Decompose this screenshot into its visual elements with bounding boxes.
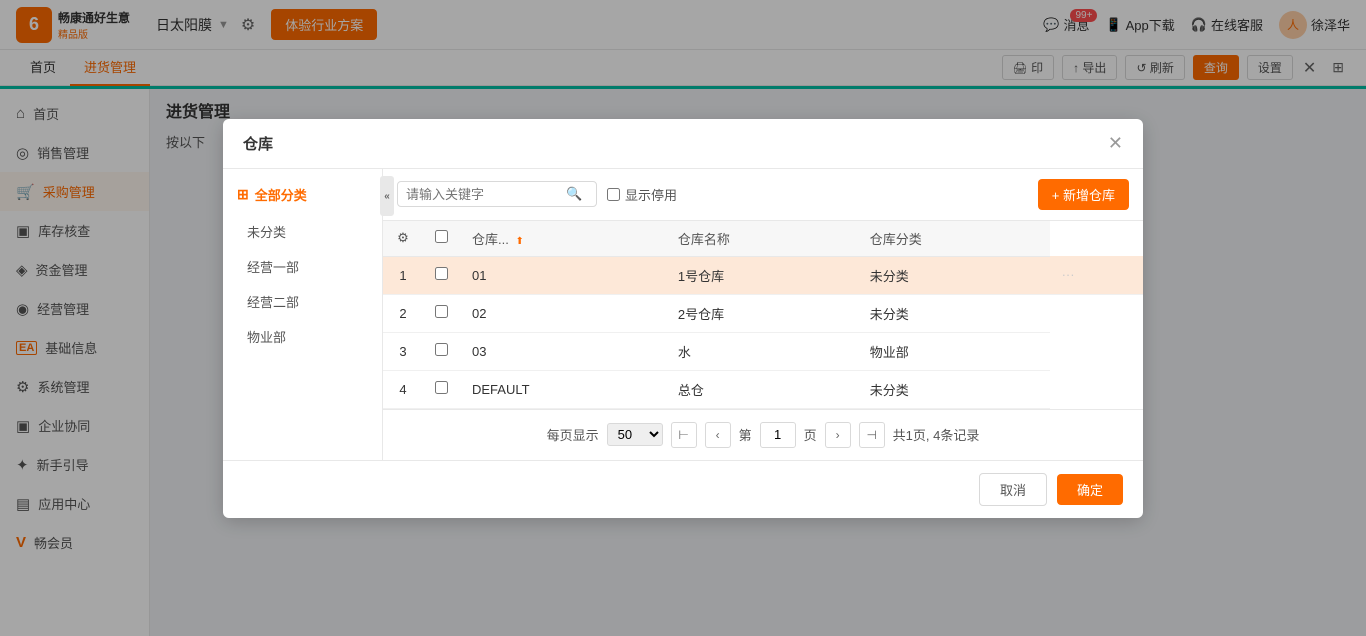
first-page-button[interactable]: ⊢ xyxy=(671,422,697,448)
category-unclassified[interactable]: 未分类 xyxy=(223,214,382,249)
row-category: 未分类 xyxy=(858,256,1050,294)
modal-category-sidebar: ⊞ 全部分类 « 未分类 经营一部 经营二部 物业部 xyxy=(223,169,383,460)
row-name: 1号仓库 xyxy=(666,256,858,294)
row-code: DEFAULT xyxy=(460,370,666,408)
warehouse-table: ⚙ 仓库... ⬆ 仓库名称 仓库分类 xyxy=(383,221,1143,409)
modal-main: 🔍 显示停用 + 新增仓库 ⚙ xyxy=(383,169,1143,460)
cancel-button[interactable]: 取消 xyxy=(979,473,1047,506)
modal-body: ⊞ 全部分类 « 未分类 经营一部 经营二部 物业部 🔍 xyxy=(223,169,1143,460)
page-suffix: 页 xyxy=(804,425,817,444)
row-num: 4 xyxy=(383,370,423,408)
category-operations-1[interactable]: 经营一部 xyxy=(223,249,382,284)
row-num: 2 xyxy=(383,294,423,332)
row-category: 未分类 xyxy=(858,370,1050,408)
show-disabled-checkbox[interactable] xyxy=(607,188,620,201)
warehouse-modal: 仓库 ✕ ⊞ 全部分类 « 未分类 经营一部 经营二部 物业部 xyxy=(223,119,1143,518)
row-code: 02 xyxy=(460,294,666,332)
row-checkbox[interactable] xyxy=(423,332,460,370)
row-num: 1 xyxy=(383,256,423,294)
modal-close-button[interactable]: ✕ xyxy=(1108,133,1123,154)
page-label: 第 xyxy=(739,425,752,444)
row-code: 03 xyxy=(460,332,666,370)
row-checkbox[interactable] xyxy=(423,294,460,332)
confirm-button[interactable]: 确定 xyxy=(1057,474,1123,505)
add-warehouse-button[interactable]: + 新增仓库 xyxy=(1038,179,1129,210)
modal-footer: 取消 确定 xyxy=(223,460,1143,518)
show-disabled-checkbox-area: 显示停用 xyxy=(607,185,677,204)
pagination: 每页显示 50 20 100 ⊢ ‹ 第 页 › ⊣ 共1页, 4条记录 xyxy=(383,409,1143,460)
grid-icon: ⊞ xyxy=(237,186,249,203)
next-page-button[interactable]: › xyxy=(825,422,851,448)
modal-title: 仓库 xyxy=(243,133,273,154)
modal-overlay[interactable]: 仓库 ✕ ⊞ 全部分类 « 未分类 经营一部 经营二部 物业部 xyxy=(0,0,1366,636)
total-records: 共1页, 4条记录 xyxy=(893,425,980,444)
search-box: 🔍 xyxy=(397,181,597,207)
category-operations-2[interactable]: 经营二部 xyxy=(223,284,382,319)
per-page-label: 每页显示 xyxy=(547,425,599,444)
row-category: 物业部 xyxy=(858,332,1050,370)
row-category: 未分类 xyxy=(858,294,1050,332)
prev-page-button[interactable]: ‹ xyxy=(705,422,731,448)
row-name: 总仓 xyxy=(666,370,858,408)
per-page-select[interactable]: 50 20 100 xyxy=(607,423,663,446)
last-page-button[interactable]: ⊣ xyxy=(859,422,885,448)
row-name: 水 xyxy=(666,332,858,370)
col-checkbox xyxy=(423,221,460,257)
col-name: 仓库名称 xyxy=(666,221,858,257)
search-input[interactable] xyxy=(406,187,566,202)
col-code: 仓库... ⬆ xyxy=(460,221,666,257)
row-checkbox[interactable] xyxy=(423,256,460,294)
col-settings: ⚙ xyxy=(383,221,423,257)
table-row[interactable]: 3 03 水 物业部 xyxy=(383,332,1143,370)
row-checkbox[interactable] xyxy=(423,370,460,408)
select-all-checkbox[interactable] xyxy=(435,230,448,243)
row-name: 2号仓库 xyxy=(666,294,858,332)
row-more-icon[interactable]: ··· xyxy=(1062,267,1075,282)
collapse-sidebar-button[interactable]: « xyxy=(380,176,394,216)
show-disabled-label: 显示停用 xyxy=(625,185,677,204)
sort-icon: ⬆ xyxy=(515,236,523,247)
row-num: 3 xyxy=(383,332,423,370)
row-code: 01 xyxy=(460,256,666,294)
table-row[interactable]: 2 02 2号仓库 未分类 xyxy=(383,294,1143,332)
table-row[interactable]: 1 01 1号仓库 未分类 ··· xyxy=(383,256,1143,294)
modal-header: 仓库 ✕ xyxy=(223,119,1143,169)
category-property[interactable]: 物业部 xyxy=(223,319,382,354)
all-category-header[interactable]: ⊞ 全部分类 « xyxy=(223,179,382,214)
search-icon: 🔍 xyxy=(566,186,582,202)
modal-toolbar: 🔍 显示停用 + 新增仓库 xyxy=(383,169,1143,221)
page-input[interactable] xyxy=(760,422,796,448)
table-row[interactable]: 4 DEFAULT 总仓 未分类 xyxy=(383,370,1143,408)
col-category: 仓库分类 xyxy=(858,221,1050,257)
